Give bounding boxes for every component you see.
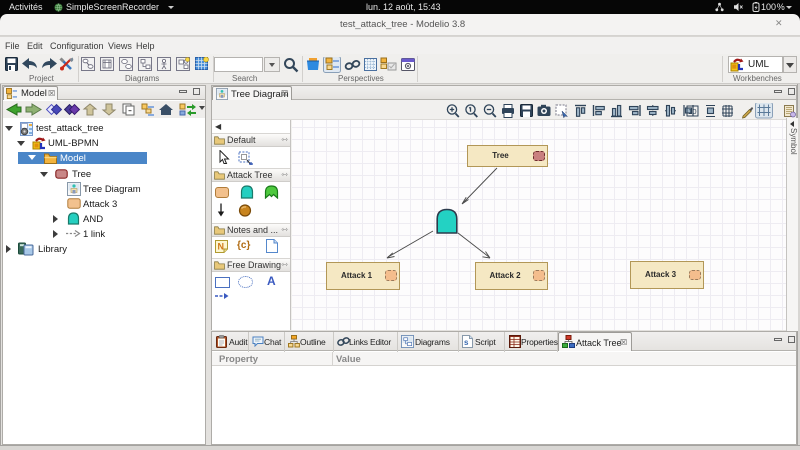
svg-text:10: 10 [688,107,696,116]
svg-text:N: N [218,242,225,252]
svg-text:s: s [464,338,469,347]
